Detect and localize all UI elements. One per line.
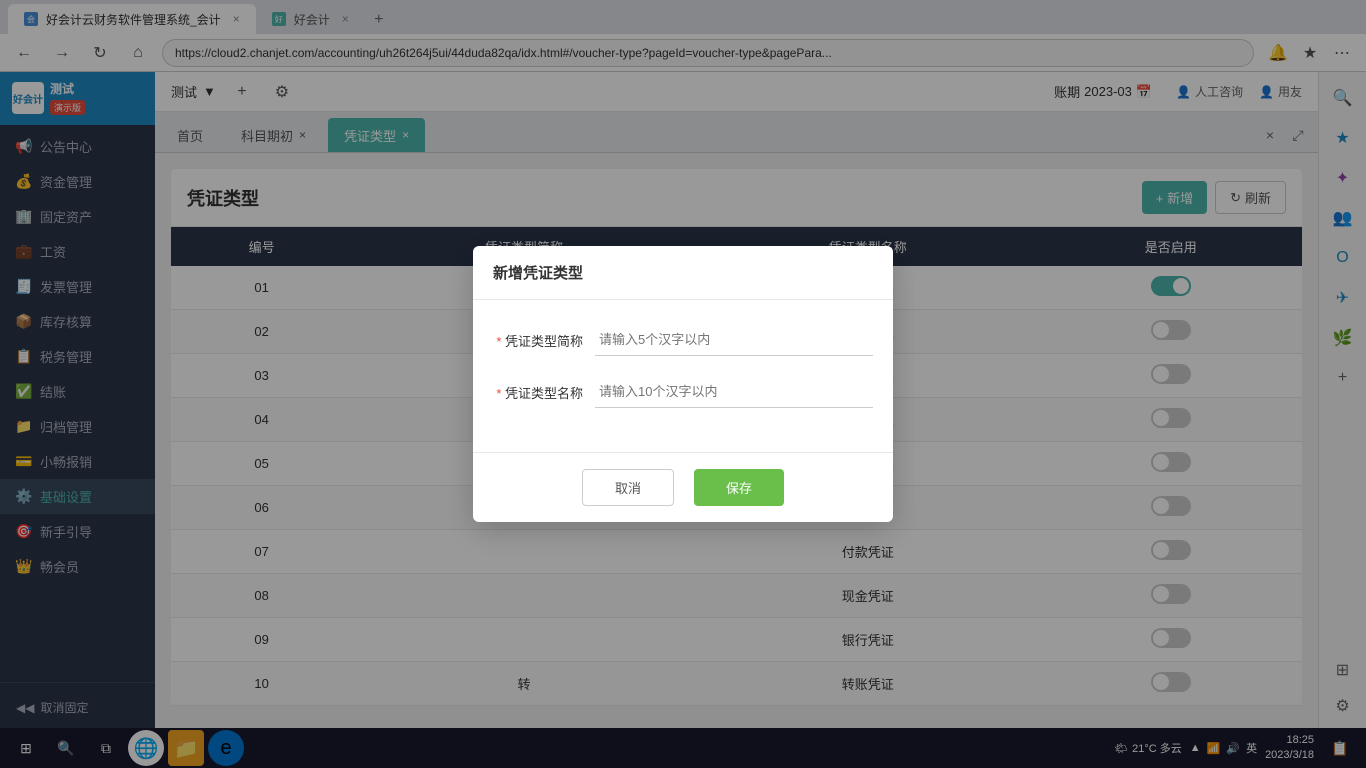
form-row-name: 凭证类型名称 [493, 376, 873, 408]
name-input[interactable] [595, 376, 873, 408]
modal-body: 凭证类型简称 凭证类型名称 [473, 300, 893, 452]
modal-header: 新增凭证类型 [473, 246, 893, 300]
abbr-input[interactable] [595, 324, 873, 356]
name-label: 凭证类型名称 [493, 383, 583, 402]
save-button[interactable]: 保存 [694, 469, 784, 506]
modal-footer: 取消 保存 [473, 452, 893, 522]
modal-title: 新增凭证类型 [493, 265, 583, 282]
add-voucher-type-modal: 新增凭证类型 凭证类型简称 凭证类型名称 取消 保存 [473, 246, 893, 522]
form-row-abbr: 凭证类型简称 [493, 324, 873, 356]
abbr-label: 凭证类型简称 [493, 331, 583, 350]
modal-overlay[interactable]: 新增凭证类型 凭证类型简称 凭证类型名称 取消 保存 [0, 0, 1366, 768]
cancel-button[interactable]: 取消 [582, 469, 674, 506]
